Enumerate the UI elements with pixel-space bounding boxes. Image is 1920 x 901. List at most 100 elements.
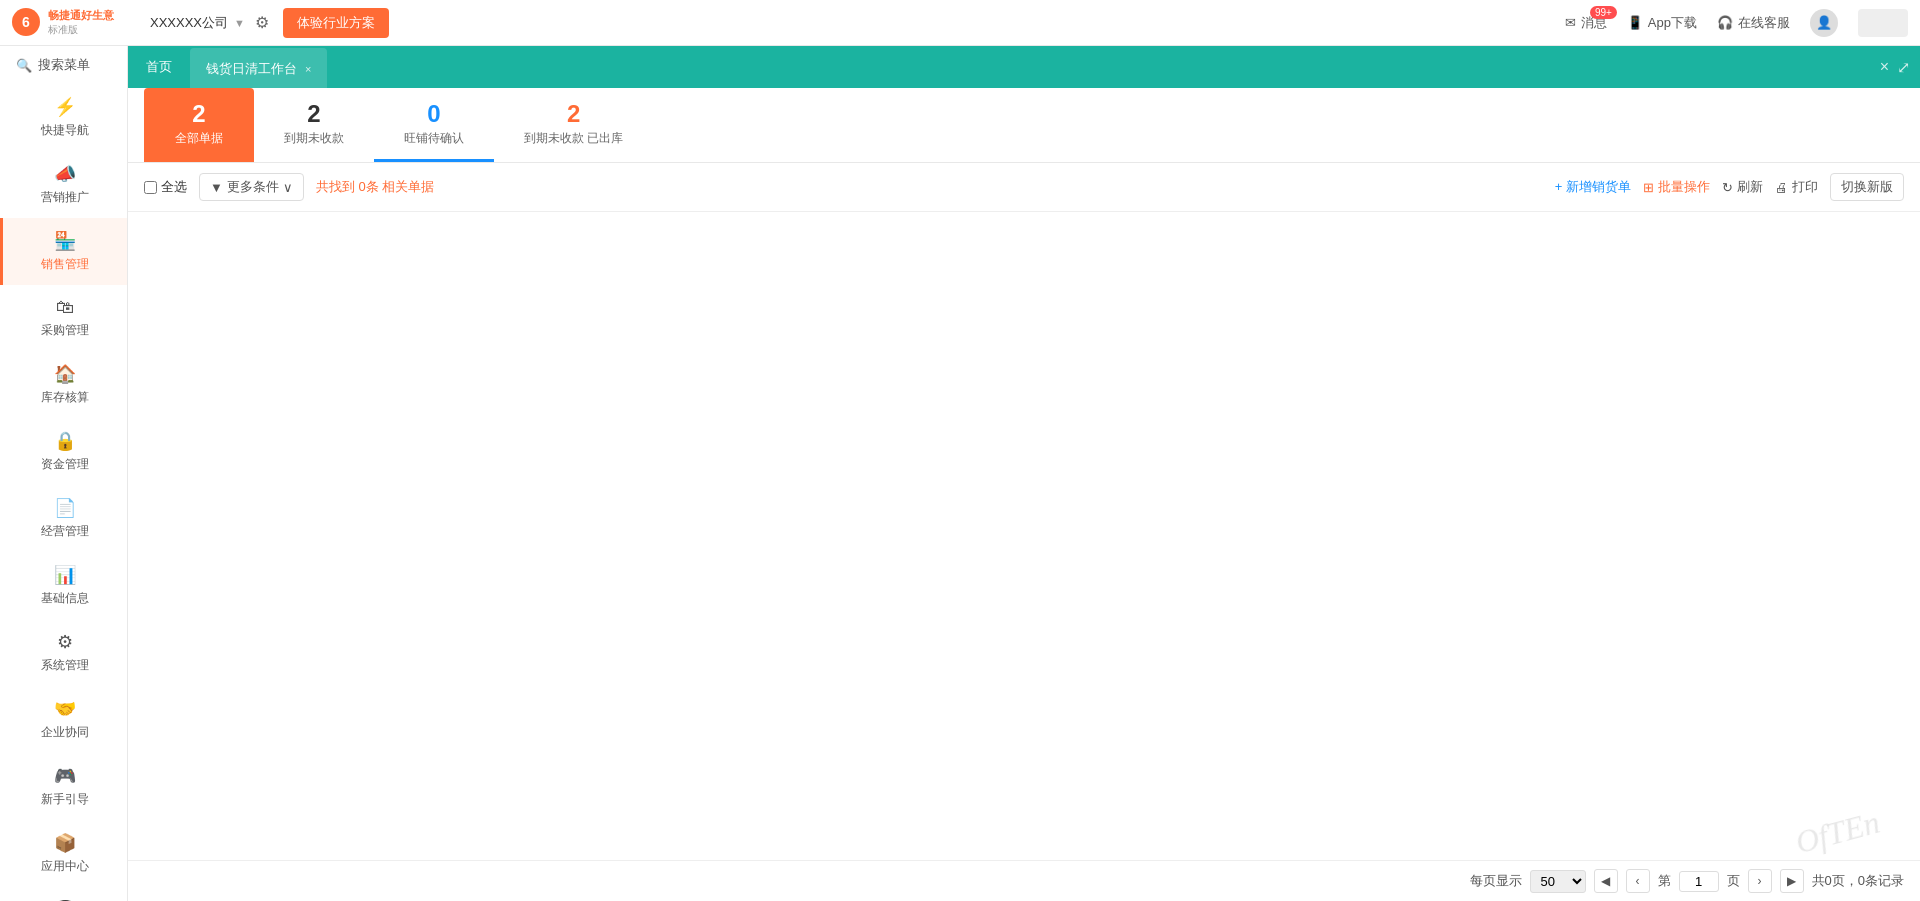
sidebar-item-basic[interactable]: 📊 基础信息 [0, 552, 127, 619]
table-area [128, 212, 1920, 860]
trial-button[interactable]: 体验行业方案 [283, 8, 389, 38]
inventory-icon: 🏠 [54, 363, 76, 385]
stat-num-overdue-shipped: 2 [567, 100, 580, 128]
sidebar-item-quick-nav[interactable]: ⚡ 快捷导航 [0, 84, 127, 151]
select-all-label: 全选 [161, 178, 187, 196]
logo-sub: 标准版 [48, 23, 114, 37]
close-tab-button[interactable]: × [1880, 58, 1889, 76]
sidebar-item-finance[interactable]: 🔒 资金管理 [0, 418, 127, 485]
last-page-button[interactable]: ▶ [1780, 869, 1804, 893]
sidebar-item-enterprise[interactable]: 🤝 企业协同 [0, 686, 127, 753]
settings-icon[interactable]: ⚙ [255, 13, 269, 32]
checkbox-input[interactable] [144, 181, 157, 194]
service-icon: 🎧 [1717, 15, 1733, 30]
stat-label-overdue: 到期未收款 [284, 130, 344, 147]
batch-op-button[interactable]: ⊞ 批量操作 [1643, 178, 1710, 196]
company-name: XXXXXX公司 [150, 14, 228, 32]
system-icon: ⚙ [57, 631, 73, 653]
filter-button[interactable]: ▼ 更多条件 ∨ [199, 173, 304, 201]
sidebar: 🔍 搜索菜单 ⚡ 快捷导航 📣 营销推广 🏪 销售管理 🛍 采购管理 🏠 库存核… [0, 46, 128, 901]
toolbar: 全选 ▼ 更多条件 ∨ 共找到 0条 相关单据 + 新增销货单 ⊞ 批量操作 ↻ [128, 163, 1920, 212]
tab-home[interactable]: 首页 [128, 46, 190, 88]
search-menu-label: 搜索菜单 [38, 56, 90, 74]
message-badge: 99+ [1590, 6, 1617, 19]
purchase-icon: 🛍 [56, 297, 74, 318]
sidebar-item-label: 基础信息 [41, 590, 89, 607]
sidebar-item-operations[interactable]: 📄 经营管理 [0, 485, 127, 552]
stats-tabs: 2 全部单据 2 到期未收款 0 旺铺待确认 2 到期未收款 已出库 [128, 88, 1920, 163]
marketing-icon: 📣 [54, 163, 76, 185]
new-sale-button[interactable]: + 新增销货单 [1555, 178, 1631, 196]
refresh-button[interactable]: ↻ 刷新 [1722, 178, 1763, 196]
operations-icon: 📄 [54, 497, 76, 519]
sidebar-item-label: 营销推广 [41, 189, 89, 206]
logo-icon: 6 [12, 8, 40, 36]
first-page-button[interactable]: ◀ [1594, 869, 1618, 893]
tab-actions: × ⤢ [1880, 58, 1920, 77]
stat-num-overdue: 2 [307, 100, 320, 128]
user-name-area[interactable] [1858, 9, 1908, 37]
stat-tab-all[interactable]: 2 全部单据 [144, 88, 254, 162]
basic-icon: 📊 [54, 564, 76, 586]
top-bar: 6 畅捷通好生意 标准版 XXXXXX公司 ▼ ⚙ 体验行业方案 ✉ 消息 99… [0, 0, 1920, 46]
app-download-button[interactable]: 📱 App下载 [1627, 14, 1697, 32]
sidebar-item-inventory[interactable]: 🏠 库存核算 [0, 351, 127, 418]
page-input[interactable] [1679, 871, 1719, 892]
per-page-label: 每页显示 [1470, 872, 1522, 890]
filter-icon: ▼ [210, 180, 223, 195]
sidebar-item-marketing[interactable]: 📣 营销推广 [0, 151, 127, 218]
sidebar-item-system[interactable]: ⚙ 系统管理 [0, 619, 127, 686]
tab-label: 钱货日清工作台 [206, 60, 297, 78]
filter-label: 更多条件 [227, 178, 279, 196]
select-all-checkbox[interactable]: 全选 [144, 178, 187, 196]
toolbar-right: + 新增销货单 ⊞ 批量操作 ↻ 刷新 🖨 打印 切换新版 [1555, 173, 1904, 201]
print-button[interactable]: 🖨 打印 [1775, 178, 1818, 196]
expand-button[interactable]: ⤢ [1897, 58, 1910, 77]
message-button[interactable]: ✉ 消息 99+ [1565, 14, 1607, 32]
chevron-down-icon: ▼ [234, 17, 245, 29]
sales-icon: 🏪 [54, 230, 76, 252]
logo-text: 畅捷通好生意 [48, 8, 114, 22]
sidebar-item-sales[interactable]: 🏪 销售管理 [0, 218, 127, 285]
tab-current[interactable]: 钱货日清工作台 × [190, 48, 327, 90]
main-wrapper: 首页 钱货日清工作台 × × ⤢ 2 全部单据 2 到期未收款 0 旺铺待确认 [128, 46, 1920, 901]
company-selector[interactable]: XXXXXX公司 ▼ [150, 14, 245, 32]
batch-icon: ⊞ [1643, 180, 1654, 195]
refresh-icon: ↻ [1722, 180, 1733, 195]
online-service-button[interactable]: 🎧 在线客服 [1717, 14, 1790, 32]
filter-chevron: ∨ [283, 180, 293, 195]
sidebar-item-label: 资金管理 [41, 456, 89, 473]
stat-num-pending: 0 [427, 100, 440, 128]
sidebar-item-apps[interactable]: 📦 应用中心 [0, 820, 127, 887]
online-service-label: 在线客服 [1738, 14, 1790, 32]
found-prefix: 共找到 [316, 179, 355, 194]
found-suffix: 相关单据 [382, 179, 434, 194]
sidebar-item-guide[interactable]: 🎮 新手引导 [0, 753, 127, 820]
sidebar-item-label: 销售管理 [41, 256, 89, 273]
stat-tab-pending[interactable]: 0 旺铺待确认 [374, 88, 494, 162]
apps-icon: 📦 [54, 832, 76, 854]
search-menu-item[interactable]: 🔍 搜索菜单 [0, 46, 127, 84]
stat-tab-overdue-shipped[interactable]: 2 到期未收款 已出库 [494, 88, 653, 162]
sidebar-item-label: 快捷导航 [41, 122, 89, 139]
top-right-actions: ✉ 消息 99+ 📱 App下载 🎧 在线客服 👤 [1565, 9, 1908, 37]
sidebar-item-wechat[interactable]: 💬 企业微信 [0, 887, 127, 901]
stat-tab-overdue[interactable]: 2 到期未收款 [254, 88, 374, 162]
sidebar-item-purchase[interactable]: 🛍 采购管理 [0, 285, 127, 351]
avatar-icon: 👤 [1816, 15, 1832, 30]
app-download-label: App下载 [1648, 14, 1697, 32]
found-count: 0条 [359, 179, 379, 194]
switch-new-button[interactable]: 切换新版 [1830, 173, 1904, 201]
tab-close-icon[interactable]: × [305, 63, 311, 75]
per-page-select[interactable]: 50 100 200 [1530, 870, 1586, 893]
content-area: 2 全部单据 2 到期未收款 0 旺铺待确认 2 到期未收款 已出库 全选 [128, 88, 1920, 901]
search-icon: 🔍 [16, 58, 32, 73]
sidebar-item-label: 经营管理 [41, 523, 89, 540]
sidebar-item-label: 采购管理 [41, 322, 89, 339]
next-page-button[interactable]: › [1748, 869, 1772, 893]
prev-page-button[interactable]: ‹ [1626, 869, 1650, 893]
page-label: 第 [1658, 872, 1671, 890]
avatar[interactable]: 👤 [1810, 9, 1838, 37]
sidebar-item-label: 系统管理 [41, 657, 89, 674]
enterprise-icon: 🤝 [54, 698, 76, 720]
